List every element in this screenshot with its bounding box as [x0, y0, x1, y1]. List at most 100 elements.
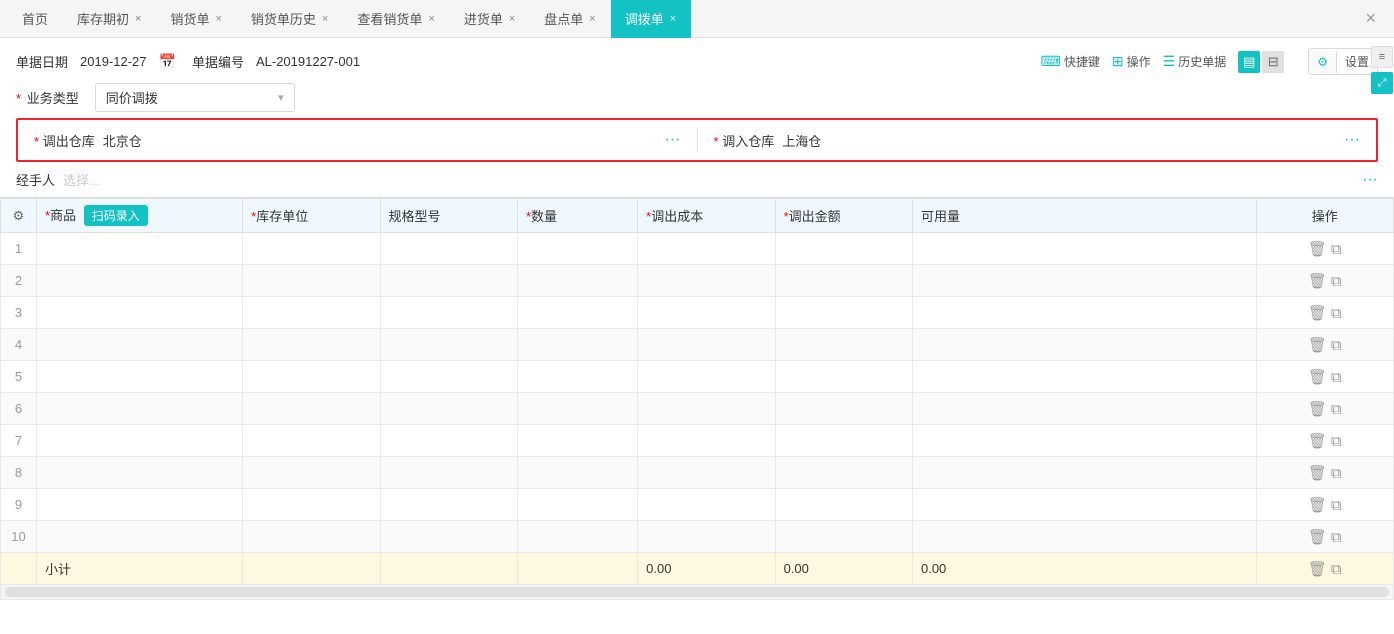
cell-amount[interactable] — [775, 233, 912, 265]
cell-amount[interactable] — [775, 457, 912, 489]
delete-icon[interactable]: 🗑 — [1308, 561, 1327, 578]
cell-product[interactable] — [37, 329, 243, 361]
cell-product[interactable]: 小计 — [37, 553, 243, 585]
delete-icon[interactable]: 🗑 — [1308, 465, 1327, 482]
sidebar-expand-btn[interactable]: ⤢ — [1371, 72, 1393, 94]
close-tab-transfer[interactable]: × — [670, 13, 676, 25]
delete-icon[interactable]: 🗑 — [1308, 273, 1327, 290]
cell-qty[interactable] — [517, 457, 637, 489]
cell-unit[interactable] — [243, 297, 380, 329]
cell-spec[interactable] — [380, 489, 517, 521]
cell-amount[interactable]: 0.00 — [775, 553, 912, 585]
cell-cost[interactable] — [638, 329, 775, 361]
cell-qty[interactable] — [517, 393, 637, 425]
close-tab-inventory-init[interactable]: × — [135, 13, 141, 25]
calendar-icon[interactable]: 📅 — [159, 53, 176, 70]
delete-icon[interactable]: 🗑 — [1308, 433, 1327, 450]
copy-icon[interactable]: ⧉ — [1331, 401, 1342, 418]
cell-amount[interactable] — [775, 361, 912, 393]
cell-product[interactable] — [37, 297, 243, 329]
cell-amount[interactable] — [775, 425, 912, 457]
cell-unit[interactable] — [243, 393, 380, 425]
cell-product[interactable] — [37, 457, 243, 489]
cell-available[interactable] — [912, 329, 1256, 361]
cell-spec[interactable] — [380, 521, 517, 553]
cell-unit[interactable] — [243, 521, 380, 553]
biz-type-select[interactable]: 同价调拨 ▾ — [95, 83, 295, 112]
cell-spec[interactable] — [380, 393, 517, 425]
close-tab-sales-history[interactable]: × — [322, 13, 328, 25]
close-tab-sales-order[interactable]: × — [215, 13, 221, 25]
delete-icon[interactable]: 🗑 — [1308, 529, 1327, 546]
settings-button[interactable]: ⚙ 设置 — [1308, 48, 1378, 75]
scan-entry-button[interactable]: 扫码录入 — [84, 205, 148, 226]
copy-icon[interactable]: ⧉ — [1331, 241, 1342, 258]
layout-icon-1[interactable]: ▤ — [1238, 51, 1260, 73]
cell-qty[interactable] — [517, 489, 637, 521]
close-tab-stocktake[interactable]: × — [589, 13, 595, 25]
tab-purchase[interactable]: 进货单 × — [450, 0, 530, 38]
cell-product[interactable] — [37, 265, 243, 297]
cell-cost[interactable] — [638, 425, 775, 457]
cell-cost[interactable] — [638, 361, 775, 393]
cell-unit[interactable] — [243, 457, 380, 489]
cell-amount[interactable] — [775, 329, 912, 361]
tab-transfer[interactable]: 调拨单 × — [611, 0, 691, 38]
tab-sales-history[interactable]: 销货单历史 × — [237, 0, 343, 38]
cell-unit[interactable] — [243, 361, 380, 393]
delete-icon[interactable]: 🗑 — [1308, 241, 1327, 258]
copy-icon[interactable]: ⧉ — [1331, 305, 1342, 322]
sidebar-list-btn[interactable]: ≡ — [1371, 46, 1393, 68]
tab-sales-order[interactable]: 销货单 × — [156, 0, 236, 38]
source-warehouse-value[interactable]: 北京仓 — [103, 131, 657, 150]
cell-qty[interactable] — [517, 329, 637, 361]
cell-spec[interactable] — [380, 457, 517, 489]
cell-qty[interactable] — [517, 265, 637, 297]
cell-spec[interactable] — [380, 297, 517, 329]
operations-action[interactable]: ⊞ 操作 — [1112, 53, 1151, 70]
cell-product[interactable] — [37, 393, 243, 425]
target-warehouse-dots[interactable]: ··· — [1344, 131, 1360, 149]
copy-icon[interactable]: ⧉ — [1331, 433, 1342, 450]
tab-view-sales[interactable]: 查看销货单 × — [343, 0, 449, 38]
cell-cost[interactable] — [638, 393, 775, 425]
cell-available[interactable] — [912, 361, 1256, 393]
cell-amount[interactable] — [775, 521, 912, 553]
cell-unit[interactable] — [243, 489, 380, 521]
cell-cost[interactable]: 0.00 — [638, 553, 775, 585]
delete-icon[interactable]: 🗑 — [1308, 305, 1327, 322]
cell-spec[interactable] — [380, 265, 517, 297]
cell-product[interactable] — [37, 361, 243, 393]
cell-cost[interactable] — [638, 233, 775, 265]
cell-spec[interactable] — [380, 361, 517, 393]
cell-spec[interactable] — [380, 329, 517, 361]
close-all-tabs[interactable]: × — [1355, 8, 1386, 29]
cell-available[interactable] — [912, 265, 1256, 297]
cell-available[interactable] — [912, 425, 1256, 457]
cell-spec[interactable] — [380, 233, 517, 265]
gear-col-icon[interactable]: ⚙ — [13, 208, 25, 223]
cell-product[interactable] — [37, 489, 243, 521]
cell-qty[interactable] — [517, 425, 637, 457]
copy-icon[interactable]: ⧉ — [1331, 369, 1342, 386]
cell-cost[interactable] — [638, 297, 775, 329]
close-tab-view-sales[interactable]: × — [428, 13, 434, 25]
handler-dots[interactable]: ··· — [1362, 171, 1378, 189]
cell-qty[interactable] — [517, 233, 637, 265]
cell-available[interactable] — [912, 297, 1256, 329]
cell-product[interactable] — [37, 425, 243, 457]
cell-cost[interactable] — [638, 489, 775, 521]
cell-unit[interactable] — [243, 233, 380, 265]
cell-available[interactable] — [912, 521, 1256, 553]
cell-qty[interactable] — [517, 553, 637, 585]
col-gear[interactable]: ⚙ — [1, 199, 37, 233]
source-warehouse-dots[interactable]: ··· — [665, 131, 681, 149]
copy-icon[interactable]: ⧉ — [1331, 561, 1342, 578]
cell-available[interactable] — [912, 233, 1256, 265]
copy-icon[interactable]: ⧉ — [1331, 337, 1342, 354]
target-warehouse-value[interactable]: 上海仓 — [782, 131, 1336, 150]
cell-available[interactable]: 0.00 — [912, 553, 1256, 585]
layout-icon-2[interactable]: ⊟ — [1262, 51, 1284, 73]
cell-unit[interactable] — [243, 329, 380, 361]
cell-product[interactable] — [37, 233, 243, 265]
